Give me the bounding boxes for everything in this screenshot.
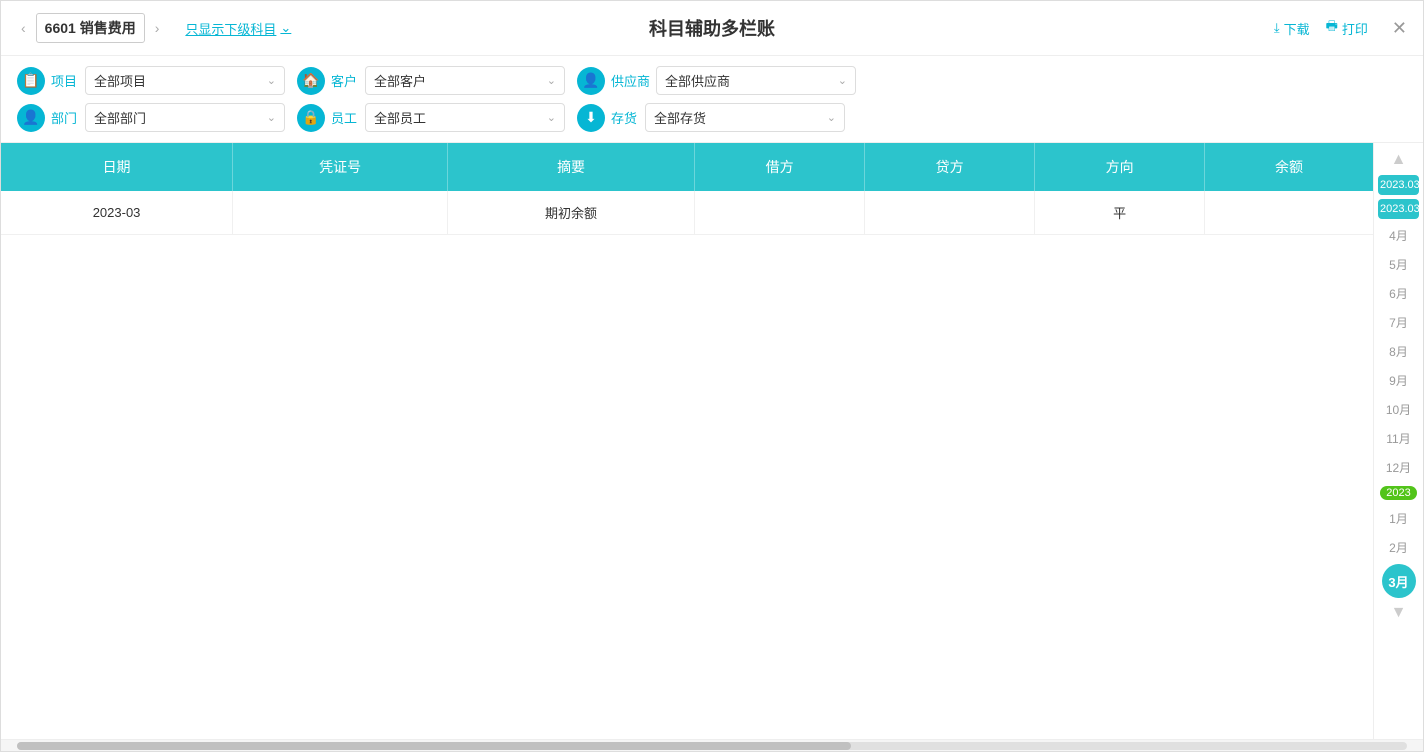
inventory-arrow: ⌄	[827, 111, 836, 124]
sidebar-month-12[interactable]: 12月	[1374, 453, 1423, 482]
project-arrow: ⌄	[267, 74, 276, 87]
employee-label: 员工	[331, 108, 359, 127]
col-balance: 余额	[1205, 143, 1373, 191]
cell-direction: 平	[1035, 191, 1205, 235]
cell-summary: 期初余额	[448, 191, 695, 235]
supplier-select[interactable]: 全部供应商 ⌄	[656, 66, 856, 95]
top-actions: ⤓ 下载 🖶 打印 ✕	[1274, 17, 1407, 39]
col-credit: 贷方	[865, 143, 1035, 191]
employee-filter: 🔒 员工 全部员工 ⌄	[297, 103, 565, 132]
filter-row-2: 👤 部门 全部部门 ⌄ 🔒 员工 全部员工 ⌄ ⬇ 存货	[17, 103, 1407, 132]
main-table: 日期 凭证号 摘要 借方 贷方 方向 余额 2023-03 期初余额	[1, 143, 1373, 235]
sidebar-month-3-active[interactable]: 3月	[1382, 564, 1416, 598]
project-icon: 📋	[17, 67, 45, 95]
sidebar-month-4[interactable]: 4月	[1374, 221, 1423, 250]
sidebar-month-5[interactable]: 5月	[1374, 250, 1423, 279]
customer-icon: 🏠	[297, 67, 325, 95]
employee-select[interactable]: 全部员工 ⌄	[365, 103, 565, 132]
dept-icon: 👤	[17, 104, 45, 132]
sidebar-month-2023-03-second[interactable]: 2023.03	[1378, 199, 1419, 219]
dept-filter: 👤 部门 全部部门 ⌄	[17, 103, 285, 132]
customer-label: 客户	[331, 71, 359, 90]
main-modal: ‹ 6601 销售费用 › 只显示下级科目 ⌄ 科目辅助多栏账 ⤓ 下载 🖶 打…	[0, 0, 1424, 752]
inventory-filter: ⬇ 存货 全部存货 ⌄	[577, 103, 845, 132]
page-title: 科目辅助多栏账	[649, 15, 775, 41]
filter-bar: 📋 项目 全部项目 ⌄ 🏠 客户 全部客户 ⌄ 👤 供应商	[1, 56, 1423, 143]
project-select[interactable]: 全部项目 ⌄	[85, 66, 285, 95]
table-container: 日期 凭证号 摘要 借方 贷方 方向 余额 2023-03 期初余额	[1, 143, 1423, 739]
top-bar: ‹ 6601 销售费用 › 只显示下级科目 ⌄ 科目辅助多栏账 ⤓ 下载 🖶 打…	[1, 1, 1423, 56]
sidebar-month-2023-03-first[interactable]: 2023.03	[1378, 175, 1419, 195]
dept-label: 部门	[51, 108, 79, 127]
dept-value: 全部部门	[94, 108, 146, 127]
customer-value: 全部客户	[374, 71, 426, 90]
supplier-label: 供应商	[611, 71, 650, 90]
supplier-value: 全部供应商	[665, 71, 730, 90]
cell-date: 2023-03	[1, 191, 233, 235]
cell-balance	[1205, 191, 1373, 235]
inventory-select[interactable]: 全部存货 ⌄	[645, 103, 845, 132]
col-debit: 借方	[695, 143, 865, 191]
col-date: 日期	[1, 143, 233, 191]
project-label: 项目	[51, 71, 79, 90]
supplier-icon: 👤	[577, 67, 605, 95]
close-button[interactable]: ✕	[1392, 18, 1407, 39]
table-header-row: 日期 凭证号 摘要 借方 贷方 方向 余额	[1, 143, 1373, 191]
supplier-filter: 👤 供应商 全部供应商 ⌄	[577, 66, 856, 95]
cell-credit	[865, 191, 1035, 235]
next-account-arrow[interactable]: ›	[151, 18, 164, 38]
employee-arrow: ⌄	[547, 111, 556, 124]
customer-filter: 🏠 客户 全部客户 ⌄	[297, 66, 565, 95]
filter-label-text: 只显示下级科目	[185, 19, 276, 38]
download-button[interactable]: ⤓ 下载	[1274, 19, 1310, 38]
filter-row-1: 📋 项目 全部项目 ⌄ 🏠 客户 全部客户 ⌄ 👤 供应商	[17, 66, 1407, 95]
employee-icon: 🔒	[297, 104, 325, 132]
cell-voucher	[233, 191, 448, 235]
col-summary: 摘要	[448, 143, 695, 191]
sidebar-month-8[interactable]: 8月	[1374, 337, 1423, 366]
right-sidebar: ▲ 2023.03 2023.03 4月 5月 6月 7月 8月 9月 10月 …	[1373, 143, 1423, 739]
bottom-scrollbar[interactable]	[1, 739, 1423, 751]
download-icon: ⤓	[1274, 20, 1280, 36]
print-button[interactable]: 🖶 打印	[1326, 17, 1368, 39]
year-badge-container: 2023	[1380, 484, 1416, 502]
sidebar-month-2[interactable]: 2月	[1374, 533, 1423, 562]
scroll-thumb[interactable]	[17, 742, 851, 750]
customer-arrow: ⌄	[547, 74, 556, 87]
inventory-label: 存货	[611, 108, 639, 127]
table-wrapper[interactable]: 日期 凭证号 摘要 借方 贷方 方向 余额 2023-03 期初余额	[1, 143, 1373, 739]
print-icon: 🖶	[1326, 17, 1338, 39]
sidebar-up-arrow[interactable]: ▲	[1387, 147, 1411, 173]
account-code: 6601 销售费用	[36, 13, 145, 43]
project-filter: 📋 项目 全部项目 ⌄	[17, 66, 285, 95]
sidebar-month-1[interactable]: 1月	[1374, 504, 1423, 533]
sidebar-month-11[interactable]: 11月	[1374, 424, 1423, 453]
show-sub-filter[interactable]: 只显示下级科目 ⌄	[185, 19, 291, 38]
scroll-track	[17, 742, 1407, 750]
filter-dropdown-arrow[interactable]: ⌄	[280, 20, 291, 36]
dept-arrow: ⌄	[267, 111, 276, 124]
year-badge-2023: 2023	[1380, 486, 1416, 500]
project-value: 全部项目	[94, 71, 146, 90]
sidebar-month-7[interactable]: 7月	[1374, 308, 1423, 337]
sidebar-down-arrow[interactable]: ▼	[1387, 600, 1411, 626]
inventory-value: 全部存货	[654, 108, 706, 127]
inventory-icon: ⬇	[577, 104, 605, 132]
sidebar-month-10[interactable]: 10月	[1374, 395, 1423, 424]
col-direction: 方向	[1035, 143, 1205, 191]
download-label: 下载	[1284, 19, 1310, 38]
sidebar-month-6[interactable]: 6月	[1374, 279, 1423, 308]
cell-debit	[695, 191, 865, 235]
supplier-arrow: ⌄	[838, 74, 847, 87]
customer-select[interactable]: 全部客户 ⌄	[365, 66, 565, 95]
employee-value: 全部员工	[374, 108, 426, 127]
nav-area: ‹ 6601 销售费用 › 只显示下级科目 ⌄	[17, 13, 291, 43]
col-voucher: 凭证号	[233, 143, 448, 191]
sidebar-month-9[interactable]: 9月	[1374, 366, 1423, 395]
prev-account-arrow[interactable]: ‹	[17, 18, 30, 38]
print-label: 打印	[1342, 19, 1368, 38]
table-row: 2023-03 期初余额 平	[1, 191, 1373, 235]
dept-select[interactable]: 全部部门 ⌄	[85, 103, 285, 132]
